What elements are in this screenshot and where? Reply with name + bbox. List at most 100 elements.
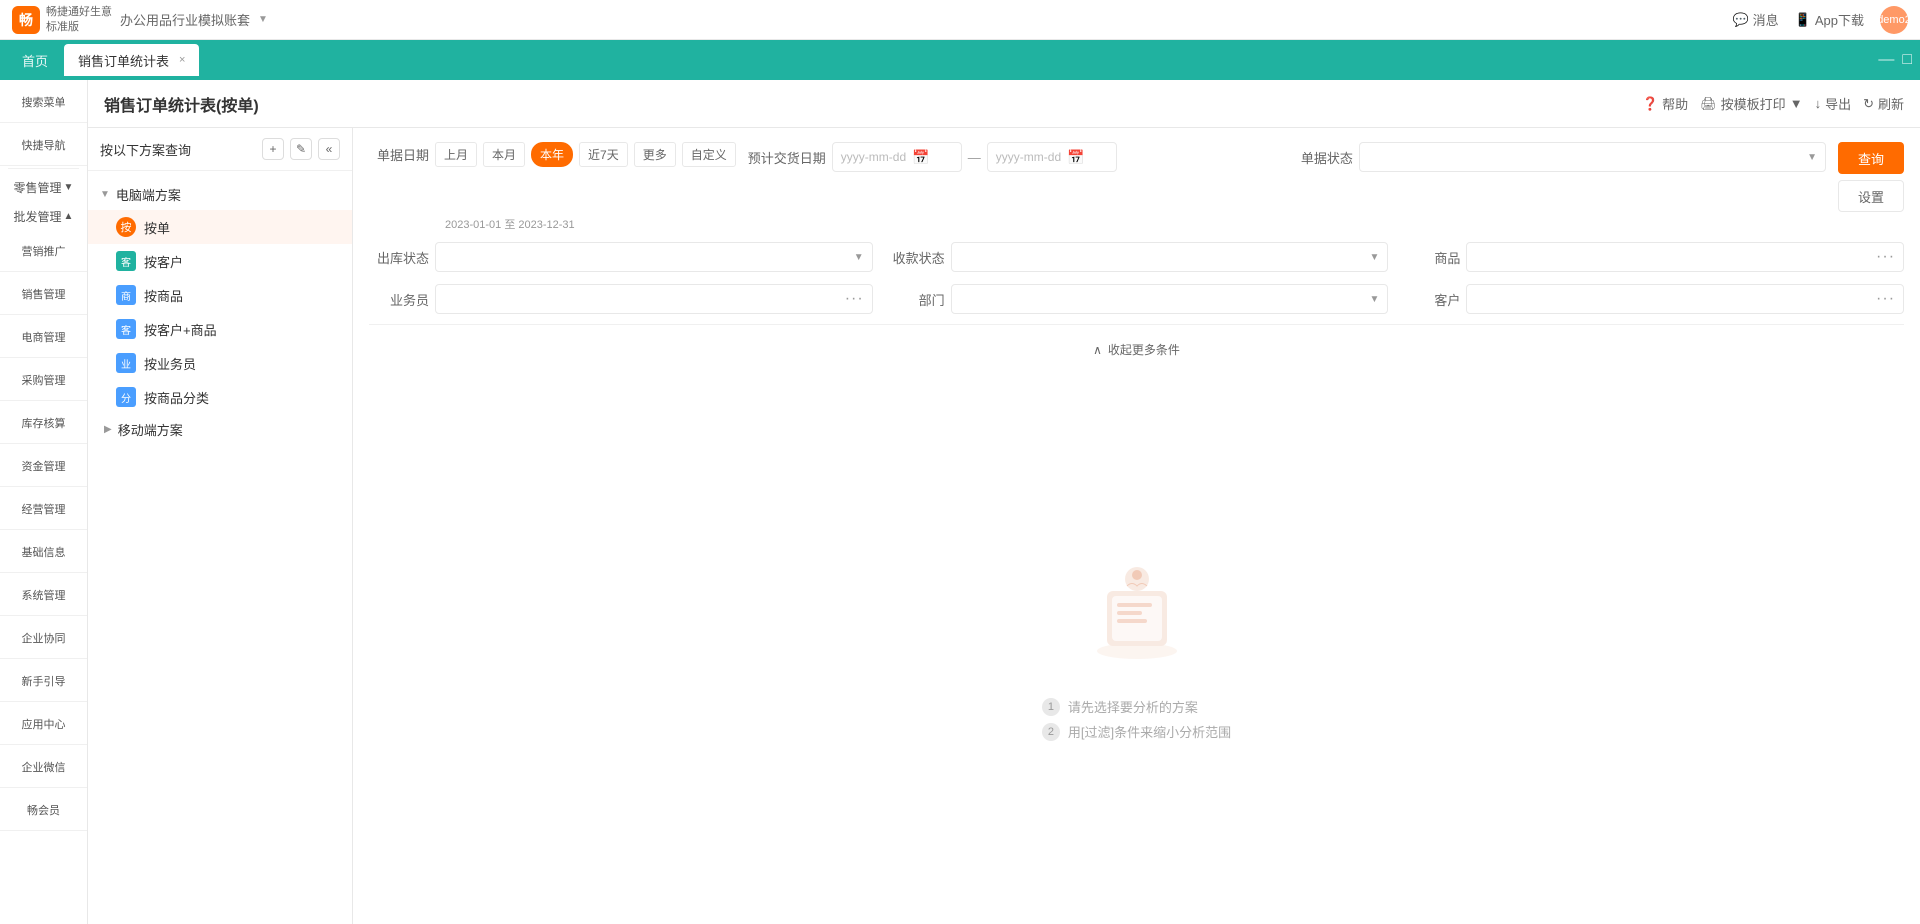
- sidebar-item-retail[interactable]: 零售管理 ▼: [0, 171, 87, 200]
- page-header: 销售订单统计表(按单) ❓ 帮助 🖨 按模板打印 ▼ ↓ 导出 ↻ 刷新: [88, 80, 1920, 128]
- filter-area: 单据日期 上月 本月 本年 近7天 更多 自定义: [353, 128, 1920, 374]
- scheme-item-by-salesperson[interactable]: 业 按业务员: [88, 346, 352, 380]
- empty-illustration: [1077, 551, 1197, 671]
- date-btn-more[interactable]: 更多: [634, 142, 676, 167]
- scheme-item-by-customer[interactable]: 客 按客户: [88, 244, 352, 278]
- scheme-item-by-order[interactable]: 按 按单: [88, 210, 352, 244]
- pc-scheme-group: ▼ 电脑端方案 按 按单 客 按客户 商: [88, 179, 352, 414]
- date-label: 单据日期: [369, 145, 429, 164]
- payment-status-select[interactable]: ▼: [951, 242, 1389, 272]
- scheme-label-by-category: 按商品分类: [144, 388, 209, 407]
- sidebar-item-inventory[interactable]: 库存核算: [0, 401, 87, 444]
- help-icon: ❓: [1642, 96, 1658, 112]
- sidebar-item-search-menu[interactable]: 搜索菜单: [0, 80, 87, 123]
- sidebar-item-finance[interactable]: 资金管理: [0, 444, 87, 487]
- tab-close-icon[interactable]: ×: [179, 54, 185, 66]
- maximize-icon[interactable]: □: [1902, 51, 1912, 69]
- retail-arrow: ▼: [64, 182, 74, 193]
- sidebar-item-purchase[interactable]: 采购管理: [0, 358, 87, 401]
- print-icon: 🖨: [1700, 96, 1717, 112]
- sidebar-item-marketing[interactable]: 营销推广: [0, 229, 87, 272]
- refresh-button[interactable]: ↻ 刷新: [1863, 94, 1904, 113]
- collapse-button[interactable]: ∧ 收起更多条件: [1085, 333, 1188, 366]
- sidebar-item-quick-nav[interactable]: 快捷导航: [0, 123, 87, 166]
- date-filter-section: 单据日期 上月 本月 本年 近7天 更多 自定义: [369, 142, 736, 167]
- tab-bar-actions: — □: [1878, 51, 1912, 69]
- product-section: 商品 ···: [1400, 242, 1904, 272]
- mobile-group-header[interactable]: ▶ 移动端方案: [88, 414, 352, 445]
- department-select[interactable]: ▼: [951, 284, 1389, 314]
- sidebar-item-member[interactable]: 畅会员: [0, 788, 87, 831]
- product-select[interactable]: ···: [1466, 242, 1904, 272]
- date-btn-this-year[interactable]: 本年: [531, 142, 573, 167]
- pc-group-header[interactable]: ▼ 电脑端方案: [88, 179, 352, 210]
- date-btn-last-7[interactable]: 近7天: [579, 142, 628, 167]
- logo-text: 畅捷通好生意 标准版: [46, 5, 112, 34]
- help-button[interactable]: ❓ 帮助: [1642, 94, 1688, 113]
- expected-delivery-section: 预计交货日期 yyyy-mm-dd 📅 — yyyy-mm-dd 📅: [748, 142, 1281, 172]
- collapse-panel-button[interactable]: «: [318, 138, 340, 160]
- mobile-scheme-group: ▶ 移动端方案: [88, 414, 352, 445]
- mobile-group-label: 移动端方案: [118, 420, 183, 439]
- scheme-item-by-cust-product[interactable]: 客 按客户+商品: [88, 312, 352, 346]
- department-label: 部门: [885, 290, 945, 309]
- sidebar-item-new-user[interactable]: 新手引导: [0, 659, 87, 702]
- delivery-status-select[interactable]: ▼: [435, 242, 873, 272]
- right-panel: 单据日期 上月 本月 本年 近7天 更多 自定义: [353, 128, 1920, 924]
- scheme-icon-by-customer: 客: [116, 251, 136, 271]
- order-status-label: 单据状态: [1293, 148, 1353, 167]
- minimize-icon[interactable]: —: [1878, 51, 1894, 69]
- query-button[interactable]: 查询: [1838, 142, 1904, 174]
- settings-button[interactable]: 设置: [1838, 180, 1904, 212]
- edit-scheme-button[interactable]: ✎: [290, 138, 312, 160]
- content-area: 销售订单统计表(按单) ❓ 帮助 🖨 按模板打印 ▼ ↓ 导出 ↻ 刷新: [88, 80, 1920, 924]
- sidebar-item-sales[interactable]: 销售管理: [0, 272, 87, 315]
- order-status-arrow: ▼: [1807, 152, 1817, 163]
- sidebar-item-operations[interactable]: 经营管理: [0, 487, 87, 530]
- message-button[interactable]: 💬 消息: [1732, 10, 1778, 29]
- template-print-button[interactable]: 🖨 按模板打印 ▼: [1700, 94, 1802, 113]
- payment-status-arrow: ▼: [1369, 252, 1379, 263]
- sidebar-item-wholesale[interactable]: 批发管理 ▲: [0, 200, 87, 229]
- pc-group-label: 电脑端方案: [116, 185, 181, 204]
- export-button[interactable]: ↓ 导出: [1815, 94, 1852, 113]
- scheme-item-by-product[interactable]: 商 按商品: [88, 278, 352, 312]
- user-profile[interactable]: demo2: [1880, 6, 1908, 34]
- delivery-status-arrow: ▼: [854, 252, 864, 263]
- sidebar-item-enterprise-wechat[interactable]: 企业微信: [0, 745, 87, 788]
- product-dots: ···: [1876, 248, 1895, 266]
- page-title: 销售订单统计表(按单): [104, 92, 259, 116]
- sidebar-item-ecommerce[interactable]: 电商管理: [0, 315, 87, 358]
- app-download-button[interactable]: 📱 App下载: [1795, 10, 1864, 29]
- sidebar-item-system[interactable]: 系统管理: [0, 573, 87, 616]
- date-input-start[interactable]: yyyy-mm-dd 📅: [832, 142, 962, 172]
- scheme-label-by-product: 按商品: [144, 286, 183, 305]
- collapse-arrow-icon: ∧: [1093, 343, 1102, 357]
- sidebar-item-app-center[interactable]: 应用中心: [0, 702, 87, 745]
- sidebar-item-enterprise[interactable]: 企业协同: [0, 616, 87, 659]
- date-input-end[interactable]: yyyy-mm-dd 📅: [987, 142, 1117, 172]
- add-scheme-button[interactable]: +: [262, 138, 284, 160]
- scheme-icon-by-category: 分: [116, 387, 136, 407]
- scheme-item-by-category[interactable]: 分 按商品分类: [88, 380, 352, 414]
- scheme-label-by-customer: 按客户: [144, 252, 183, 271]
- left-panel-title: 按以下方案查询: [100, 140, 191, 159]
- breadcrumb[interactable]: 办公用品行业模拟账套 ▼: [120, 10, 268, 29]
- left-panel-actions: + ✎ «: [262, 138, 340, 160]
- divider: [8, 168, 79, 169]
- empty-tip-1: 1 请先选择要分析的方案: [1042, 697, 1231, 716]
- export-icon: ↓: [1815, 96, 1822, 111]
- date-btn-this-month[interactable]: 本月: [483, 142, 525, 167]
- date-btn-prev-month[interactable]: 上月: [435, 142, 477, 167]
- breadcrumb-arrow: ▼: [258, 14, 268, 25]
- left-panel: 按以下方案查询 + ✎ « ▼ 电脑端方案: [88, 128, 353, 924]
- customer-select[interactable]: ···: [1466, 284, 1904, 314]
- filter-row-2: 出库状态 ▼ 收款状态 ▼: [369, 242, 1904, 272]
- tab-sales-order[interactable]: 销售订单统计表 ×: [64, 44, 199, 76]
- date-btn-custom[interactable]: 自定义: [682, 142, 736, 167]
- tab-home[interactable]: 首页: [8, 44, 62, 76]
- customer-dots: ···: [1876, 290, 1895, 308]
- order-status-select[interactable]: ▼: [1359, 142, 1826, 172]
- sidebar-item-basic-info[interactable]: 基础信息: [0, 530, 87, 573]
- salesperson-select[interactable]: ···: [435, 284, 873, 314]
